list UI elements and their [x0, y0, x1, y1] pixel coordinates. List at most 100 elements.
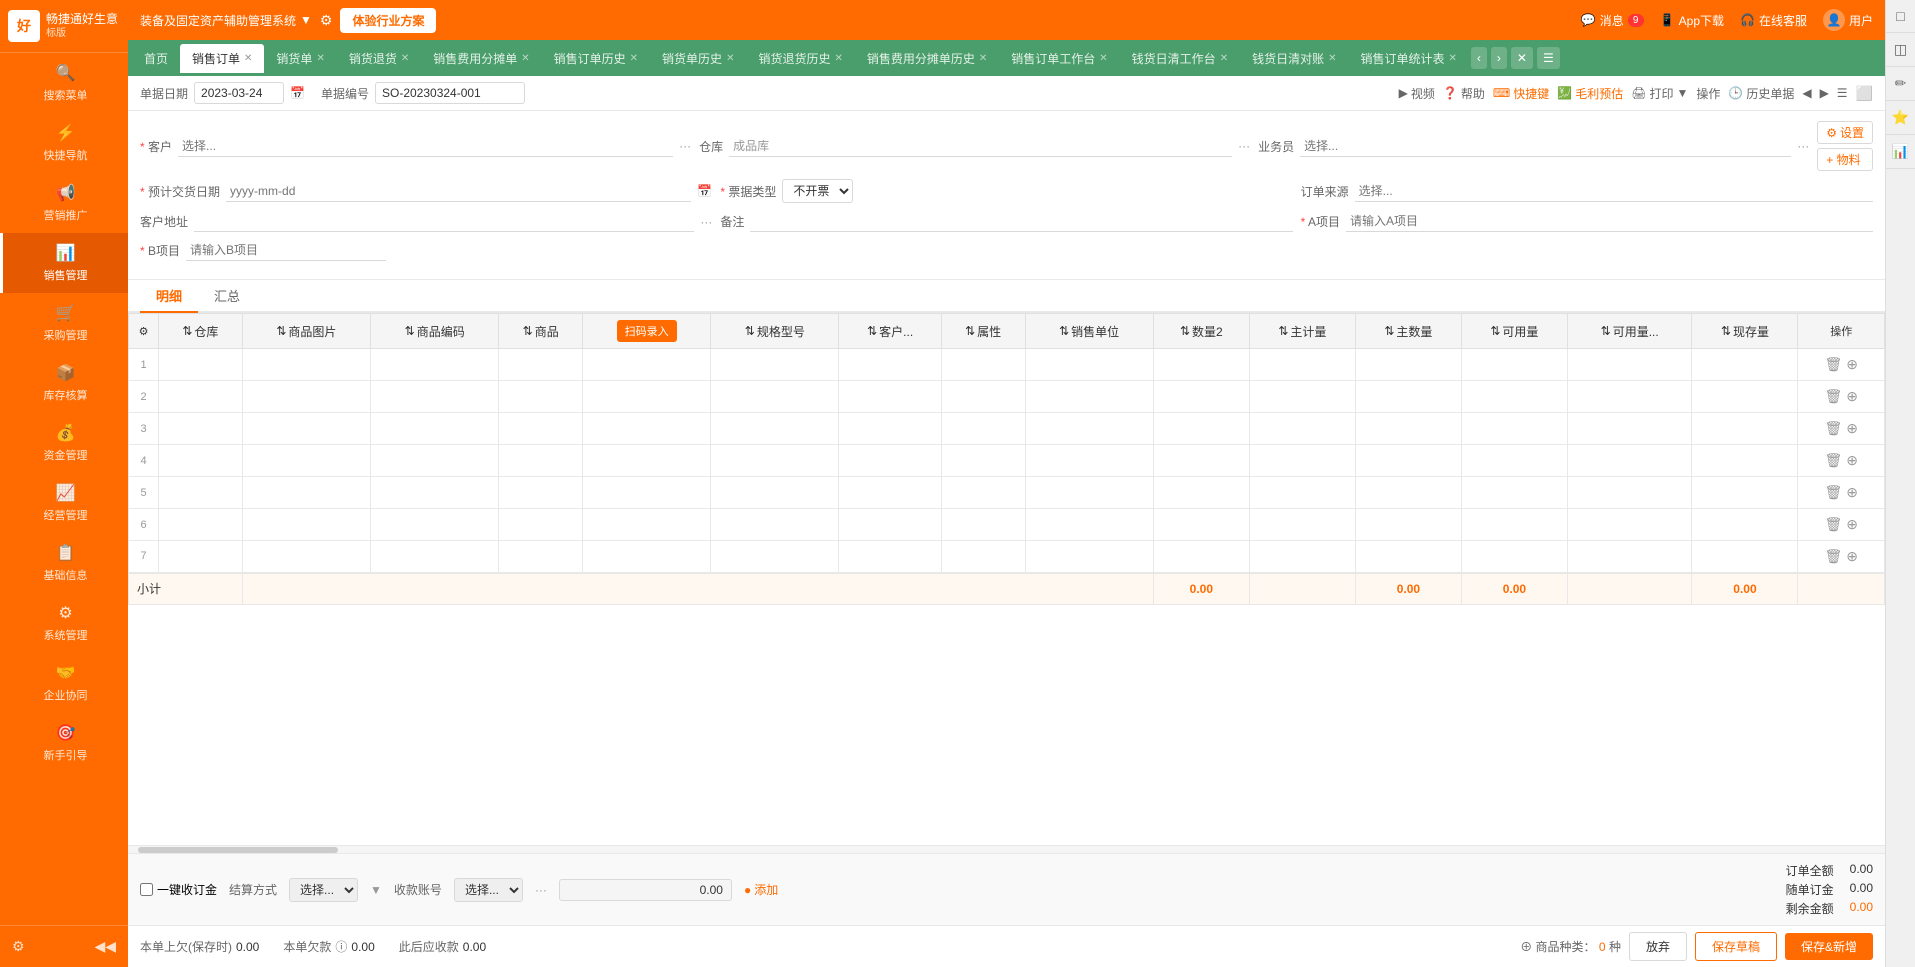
row-cell-image[interactable]	[242, 477, 370, 509]
print-dropdown-icon[interactable]: ▼	[1676, 86, 1688, 100]
account-select[interactable]: 选择...	[454, 878, 523, 902]
row-cell-qty2[interactable]	[1153, 381, 1249, 413]
tab-prev-btn[interactable]: ‹	[1471, 47, 1487, 69]
row-cell-qty2[interactable]	[1153, 477, 1249, 509]
date-input[interactable]	[194, 82, 284, 104]
message-btn[interactable]: 💬 消息 9	[1581, 12, 1644, 29]
row-cell-spec[interactable]	[711, 381, 839, 413]
quick-payment-check[interactable]	[140, 883, 153, 896]
row-cell-customer_code[interactable]	[839, 445, 941, 477]
row-copy-icon[interactable]: ⊕	[1846, 548, 1858, 564]
tab-close-icon[interactable]: ✕	[1328, 53, 1336, 64]
right-btn-2[interactable]: ◫	[1886, 33, 1915, 67]
sidebar-item-营销推广[interactable]: 📢营销推广	[0, 173, 128, 233]
row-cell-stock[interactable]	[1692, 413, 1798, 445]
row-cell-image[interactable]	[242, 349, 370, 381]
settings-btn[interactable]: ⚙ 设置	[1817, 121, 1873, 144]
row-cell-attr[interactable]	[941, 541, 1025, 573]
col-sort-main_unit[interactable]: ⇅主计量	[1254, 323, 1351, 340]
date-icon[interactable]: 📅	[697, 184, 712, 198]
row-cell-main_unit[interactable]	[1249, 541, 1355, 573]
customer-input[interactable]	[178, 136, 673, 157]
add-btn[interactable]: ● 添加	[744, 881, 778, 898]
row-cell-name[interactable]	[499, 349, 583, 381]
scan-btn[interactable]: 扫码录入	[617, 320, 677, 342]
row-cell-available2[interactable]	[1567, 541, 1692, 573]
tab-销售订单[interactable]: 销售订单✕	[180, 44, 264, 73]
row-cell-scan[interactable]	[583, 509, 711, 541]
row-cell-warehouse[interactable]	[159, 509, 243, 541]
row-cell-name[interactable]	[499, 381, 583, 413]
tab-menu-btn[interactable]: ☰	[1537, 47, 1560, 69]
col-sort-main_qty[interactable]: ⇅主数量	[1360, 323, 1457, 340]
row-cell-unit[interactable]	[1025, 349, 1153, 381]
row-cell-scan[interactable]	[583, 445, 711, 477]
tab-next-btn[interactable]: ›	[1491, 47, 1507, 69]
col-warehouse[interactable]: ⇅仓库	[159, 314, 243, 349]
calendar-icon[interactable]: 📅	[290, 86, 305, 100]
row-delete-icon[interactable]: 🗑	[1824, 420, 1842, 436]
row-cell-main_qty[interactable]	[1355, 477, 1461, 509]
row-cell-warehouse[interactable]	[159, 541, 243, 573]
tab-close-icon[interactable]: ✕	[726, 53, 734, 64]
row-cell-qty2[interactable]	[1153, 509, 1249, 541]
row-delete-icon[interactable]: 🗑	[1824, 356, 1842, 372]
tab-首页[interactable]: 首页	[132, 44, 180, 73]
quick-payment-checkbox[interactable]: 一键收订金	[140, 881, 217, 898]
expand-icon[interactable]: ⬜	[1856, 85, 1873, 102]
amount-input[interactable]	[559, 879, 732, 901]
col-name[interactable]: ⇅商品	[499, 314, 583, 349]
order-source-input[interactable]	[1355, 181, 1873, 202]
row-delete-icon[interactable]: 🗑	[1824, 548, 1842, 564]
row-delete-icon[interactable]: 🗑	[1824, 388, 1842, 404]
save-draft-btn[interactable]: 保存草稿	[1695, 932, 1777, 961]
goods-count-icon[interactable]: ⊕	[1520, 940, 1532, 954]
a-project-input[interactable]	[1346, 211, 1873, 232]
settings-icon[interactable]: ⚙	[320, 12, 333, 29]
row-cell-customer_code[interactable]	[839, 541, 941, 573]
col-sort-customer_code[interactable]: ⇅客户...	[843, 323, 936, 340]
row-cell-image[interactable]	[242, 381, 370, 413]
tab-销货单[interactable]: 销货单✕	[264, 44, 336, 73]
row-cell-warehouse[interactable]	[159, 381, 243, 413]
col-sort-attr[interactable]: ⇅属性	[946, 323, 1021, 340]
payment-dropdown-icon[interactable]: ▼	[370, 883, 382, 897]
col-sort-spec[interactable]: ⇅规格型号	[715, 323, 834, 340]
print-btn[interactable]: 🖨 打印 ▼	[1631, 85, 1688, 102]
sidebar-item-经营管理[interactable]: 📈经营管理	[0, 473, 128, 533]
row-copy-icon[interactable]: ⊕	[1846, 356, 1858, 372]
row-copy-icon[interactable]: ⊕	[1846, 516, 1858, 532]
col-unit[interactable]: ⇅销售单位	[1025, 314, 1153, 349]
discard-btn[interactable]: 放弃	[1629, 932, 1687, 961]
right-btn-1[interactable]: □	[1886, 0, 1915, 33]
row-cell-attr[interactable]	[941, 381, 1025, 413]
tab-销货单历史[interactable]: 销货单历史✕	[650, 44, 746, 73]
row-cell-main_qty[interactable]	[1355, 445, 1461, 477]
warehouse-input[interactable]	[729, 136, 1232, 157]
row-cell-stock[interactable]	[1692, 509, 1798, 541]
col-sort-code[interactable]: ⇅商品编码	[375, 323, 494, 340]
row-cell-unit[interactable]	[1025, 509, 1153, 541]
row-cell-attr[interactable]	[941, 445, 1025, 477]
address-dots[interactable]: ···	[700, 215, 712, 229]
payment-method-select[interactable]: 选择...	[289, 878, 358, 902]
col-available[interactable]: ⇅可用量	[1461, 314, 1567, 349]
row-copy-icon[interactable]: ⊕	[1846, 484, 1858, 500]
tab-close-icon[interactable]: ✕	[401, 53, 409, 64]
sidebar-item-库存核算[interactable]: 📦库存核算	[0, 353, 128, 413]
col-attr[interactable]: ⇅属性	[941, 314, 1025, 349]
row-cell-attr[interactable]	[941, 509, 1025, 541]
row-cell-available[interactable]	[1461, 413, 1567, 445]
subtab-汇总[interactable]: 汇总	[198, 280, 256, 313]
row-cell-code[interactable]	[371, 381, 499, 413]
salesperson-dots[interactable]: ···	[1797, 139, 1809, 153]
tab-销货退货历史[interactable]: 销货退货历史✕	[746, 44, 854, 73]
row-cell-name[interactable]	[499, 509, 583, 541]
row-delete-icon[interactable]: 🗑	[1824, 452, 1842, 468]
tab-close-icon[interactable]: ✕	[244, 53, 252, 64]
row-cell-available2[interactable]	[1567, 413, 1692, 445]
row-cell-stock[interactable]	[1692, 349, 1798, 381]
row-delete-icon[interactable]: 🗑	[1824, 484, 1842, 500]
tab-close-icon[interactable]: ✕	[979, 53, 987, 64]
col-sort-image[interactable]: ⇅商品图片	[247, 323, 366, 340]
